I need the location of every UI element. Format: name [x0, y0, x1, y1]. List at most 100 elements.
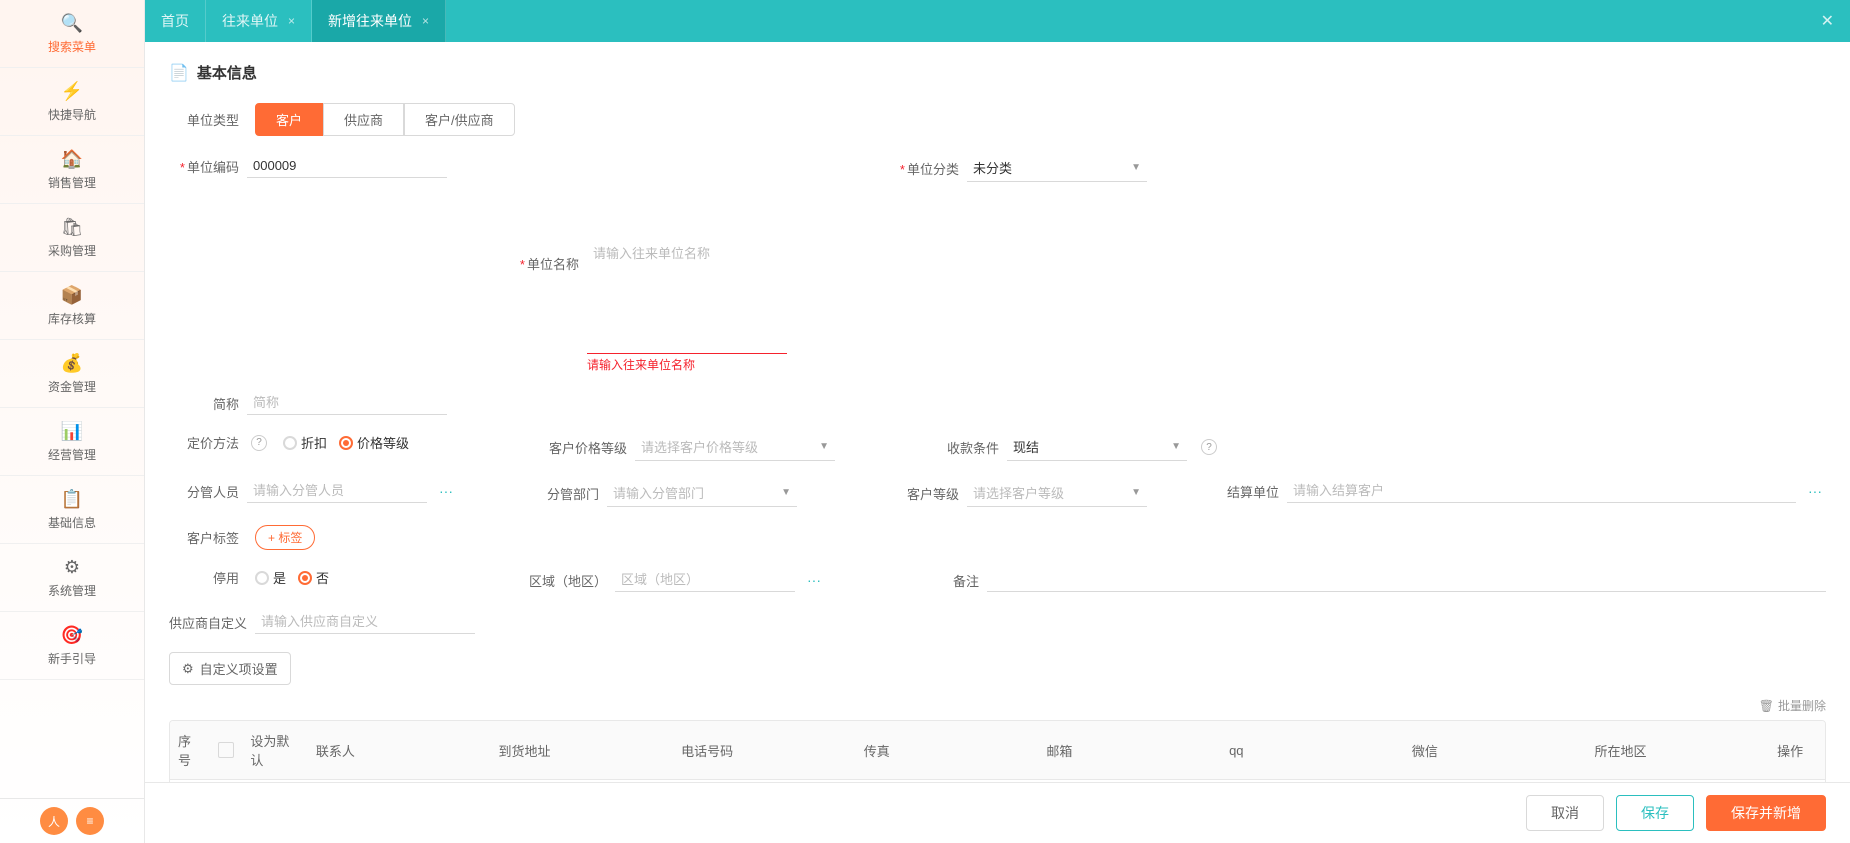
short-name-label: 简称 — [169, 394, 239, 413]
department-arrow: ▼ — [781, 487, 791, 498]
batch-delete-icon: 🗑 — [1759, 699, 1774, 713]
sidebar-item-label: 销售管理 — [48, 174, 96, 191]
unit-name-input[interactable] — [587, 154, 787, 354]
manager-more-btn[interactable]: ··· — [435, 481, 457, 501]
tab-new-contact[interactable]: 新增往来单位 × — [312, 0, 446, 42]
custom-settings-label: 自定义项设置 — [200, 659, 278, 678]
supplier-custom-row: 供应商自定义 — [169, 610, 1826, 634]
add-tag-label: + 标签 — [268, 529, 302, 546]
customer-level-placeholder: 请选择客户等级 — [973, 483, 1127, 502]
customer-level-label: 客户等级 — [889, 484, 959, 503]
save-button[interactable]: 保存 — [1616, 795, 1694, 831]
sidebar-item-sales[interactable]: 🏠 销售管理 — [0, 136, 144, 204]
settings-icon[interactable]: ≡ — [76, 807, 104, 835]
supplier-custom-input[interactable] — [255, 610, 475, 634]
settlement-input[interactable] — [1287, 479, 1796, 503]
custom-settings-button[interactable]: ⚙ 自定义项设置 — [169, 652, 291, 685]
payment-terms-arrow: ▼ — [1171, 441, 1181, 452]
tab-contacts-close[interactable]: × — [288, 14, 295, 28]
sidebar-item-inventory[interactable]: 📦 库存核算 — [0, 272, 144, 340]
unit-type-label: 单位类型 — [169, 110, 239, 129]
settlement-label: 结算单位 — [1209, 482, 1279, 501]
pricing-help: ? — [251, 435, 267, 451]
system-icon: ⚙ — [61, 556, 83, 578]
unit-type-both-btn[interactable]: 客户/供应商 — [404, 103, 515, 136]
tab-home[interactable]: 首页 — [145, 0, 206, 42]
batch-delete-button[interactable]: 🗑 批量删除 — [1759, 697, 1826, 714]
add-tag-button[interactable]: + 标签 — [255, 525, 315, 550]
inventory-icon: 📦 — [61, 284, 83, 306]
unit-name-error: 请输入往来单位名称 — [587, 356, 889, 373]
disabled-yes-label: 是 — [273, 568, 286, 587]
sidebar-item-label: 新手引导 — [48, 650, 96, 667]
unit-code-input[interactable] — [247, 154, 447, 178]
sidebar-item-purchase[interactable]: 🛍 采购管理 — [0, 204, 144, 272]
unit-name-wrap: 请输入往来单位名称 — [587, 154, 889, 373]
sidebar-item-label: 经营管理 — [48, 446, 96, 463]
settlement-more-btn[interactable]: ··· — [1804, 481, 1826, 501]
short-name-input[interactable] — [247, 391, 447, 415]
sidebar-item-quick-nav[interactable]: ⚡ 快捷导航 — [0, 68, 144, 136]
cancel-button[interactable]: 取消 — [1526, 795, 1604, 831]
tab-contacts[interactable]: 往来单位 × — [206, 0, 312, 42]
select-all-checkbox[interactable] — [218, 742, 234, 758]
pricing-level-option[interactable]: 价格等级 — [339, 433, 409, 452]
disabled-yes-option[interactable]: 是 — [255, 568, 286, 587]
sidebar-item-label: 基础信息 — [48, 514, 96, 531]
customer-price-level-arrow: ▼ — [819, 441, 829, 452]
region-more-btn[interactable]: ··· — [803, 570, 825, 590]
close-all-tabs[interactable]: ✕ — [1805, 11, 1850, 31]
customer-level-select[interactable]: 请选择客户等级 ▼ — [967, 479, 1147, 507]
payment-terms-label: 收款条件 — [929, 438, 999, 457]
sidebar-item-base[interactable]: 📋 基础信息 — [0, 476, 144, 544]
unit-type-field: 单位类型 客户 供应商 客户/供应商 — [169, 103, 515, 136]
department-select[interactable]: 请输入分管部门 ▼ — [607, 479, 797, 507]
disabled-no-radio — [298, 571, 312, 585]
payment-terms-select[interactable]: 现结 ▼ — [1007, 433, 1187, 461]
sidebar-search[interactable]: 🔍 搜索菜单 — [0, 0, 144, 68]
short-name-row: 简称 — [169, 391, 1826, 415]
col-actions: 操作 — [1769, 721, 1825, 780]
unit-type-customer-btn[interactable]: 客户 — [255, 103, 323, 136]
footer: 取消 保存 保存并新增 — [145, 782, 1850, 843]
sidebar-item-guide[interactable]: 🎯 新手引导 — [0, 612, 144, 680]
payment-terms-field: 收款条件 现结 ▼ ? — [929, 433, 1826, 461]
region-input[interactable] — [615, 568, 795, 592]
table-header-actions: 🗑 批量删除 — [169, 697, 1826, 714]
manager-field: 分管人员 ··· — [169, 479, 529, 503]
pricing-discount-option[interactable]: 折扣 — [283, 433, 327, 452]
tab-new-contact-close[interactable]: × — [422, 14, 429, 28]
customer-level-arrow: ▼ — [1131, 487, 1141, 498]
sidebar-search-label: 搜索菜单 — [48, 38, 96, 55]
col-default: 设为默认 — [242, 721, 307, 780]
save-new-button[interactable]: 保存并新增 — [1706, 795, 1826, 831]
payment-terms-help-icon[interactable]: ? — [1201, 439, 1217, 455]
unit-category-select[interactable]: 未分类 ▼ — [967, 154, 1147, 182]
disabled-no-option[interactable]: 否 — [298, 568, 329, 587]
payment-terms-value: 现结 — [1013, 437, 1167, 456]
sidebar-item-finance[interactable]: 💰 资金管理 — [0, 340, 144, 408]
sidebar-item-label: 资金管理 — [48, 378, 96, 395]
sidebar-item-system[interactable]: ⚙ 系统管理 — [0, 544, 144, 612]
content-area: 📄 基本信息 单位类型 客户 供应商 客户/供应商 单位编码 单位名称 — [145, 42, 1850, 782]
sidebar-bottom: 人 ≡ — [0, 798, 144, 843]
customer-price-level-label: 客户价格等级 — [549, 438, 627, 457]
tab-home-label: 首页 — [161, 11, 189, 31]
user-avatar[interactable]: 人 — [40, 807, 68, 835]
unit-type-supplier-btn[interactable]: 供应商 — [323, 103, 404, 136]
unit-category-field: 单位分类 未分类 ▼ — [889, 154, 1826, 182]
customer-price-level-select[interactable]: 请选择客户价格等级 ▼ — [635, 433, 835, 461]
supplier-custom-label: 供应商自定义 — [169, 613, 247, 632]
region-field: 区域（地区） ··· — [529, 568, 909, 592]
remarks-input[interactable] — [987, 568, 1826, 592]
disabled-label: 停用 — [169, 568, 239, 587]
finance-icon: 💰 — [61, 352, 83, 374]
pricing-level-label: 价格等级 — [357, 433, 409, 452]
pricing-help-icon[interactable]: ? — [251, 435, 267, 451]
sidebar-item-operations[interactable]: 📊 经营管理 — [0, 408, 144, 476]
customer-tags-label: 客户标签 — [169, 528, 239, 547]
base-icon: 📋 — [61, 488, 83, 510]
department-label: 分管部门 — [529, 484, 599, 503]
disabled-row: 停用 是 否 区域（地区） ··· 备注 — [169, 568, 1826, 592]
manager-input[interactable] — [247, 479, 427, 503]
